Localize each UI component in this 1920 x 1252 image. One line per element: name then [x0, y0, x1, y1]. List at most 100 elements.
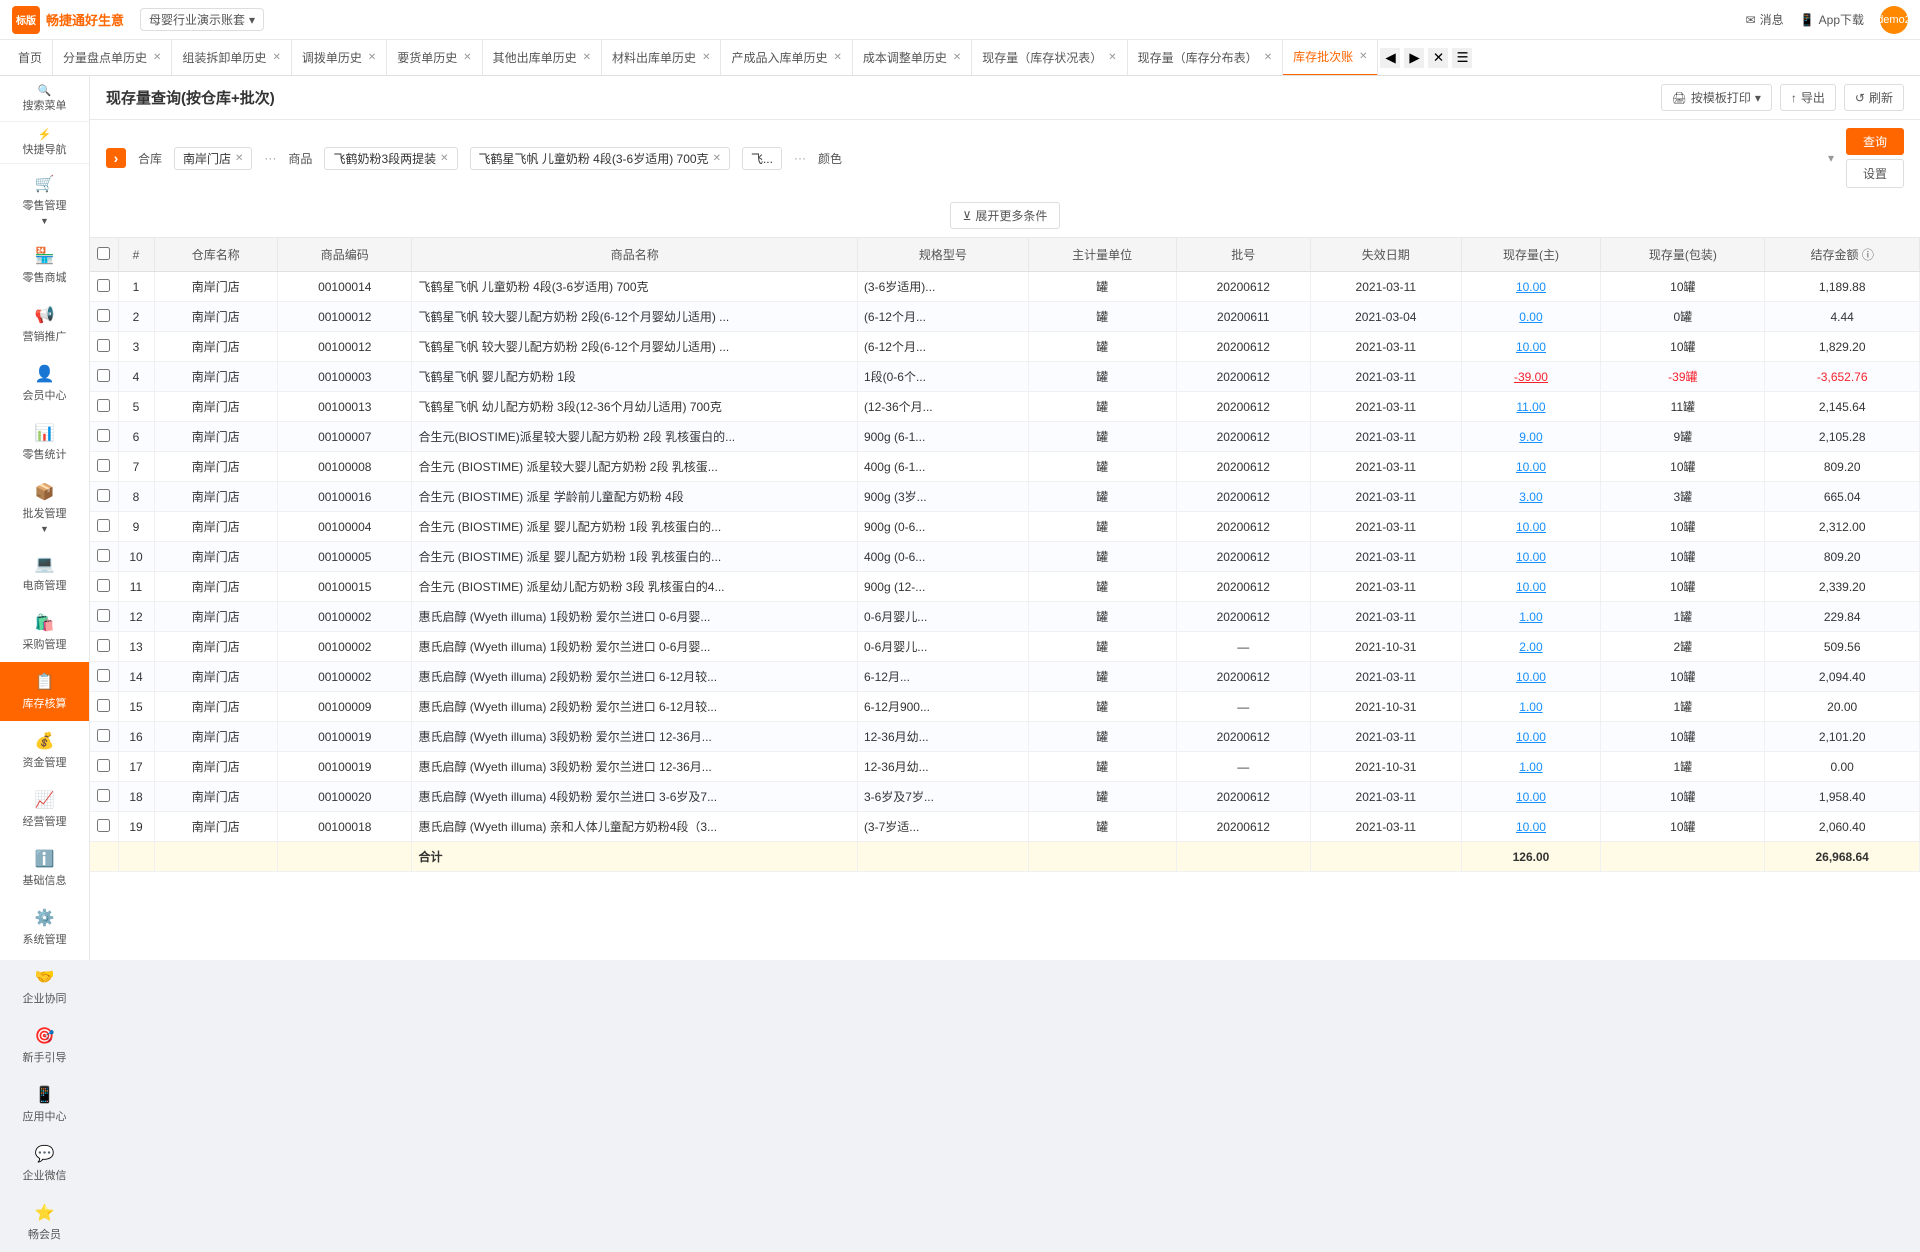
- qty-main-link[interactable]: 10.00: [1516, 820, 1546, 834]
- tag-remove-icon[interactable]: ✕: [713, 153, 721, 164]
- tab-close-icon[interactable]: ✕: [463, 52, 471, 63]
- sidebar-item-guide[interactable]: 🎯 新手引导: [0, 1016, 89, 1075]
- tab-4[interactable]: 要货单历史 ✕: [387, 40, 482, 76]
- row-checkbox[interactable]: [97, 399, 110, 412]
- filter-expand-btn[interactable]: ›: [106, 148, 126, 168]
- qty-main-link[interactable]: 10.00: [1516, 340, 1546, 354]
- row-checkbox[interactable]: [97, 549, 110, 562]
- row-checkbox[interactable]: [97, 279, 110, 292]
- sidebar-item-basics[interactable]: ℹ️ 基础信息: [0, 839, 89, 898]
- goods-filter-tag-3[interactable]: 飞...: [742, 147, 782, 170]
- row-checkbox[interactable]: [97, 429, 110, 442]
- color-dropdown-icon[interactable]: ▾: [1828, 151, 1834, 165]
- row-checkbox[interactable]: [97, 339, 110, 352]
- sidebar-item-marketing[interactable]: 📢 营销推广: [0, 295, 89, 354]
- query-btn[interactable]: 查询: [1846, 128, 1904, 155]
- tab-close-icon[interactable]: ✕: [1359, 51, 1367, 62]
- qty-main-link[interactable]: 0.00: [1519, 310, 1542, 324]
- sidebar-quick-nav[interactable]: ⚡ 快捷导航: [0, 122, 89, 164]
- sidebar-item-retail-shop[interactable]: 🏪 零售商城: [0, 236, 89, 295]
- tab-close-all-btn[interactable]: ✕: [1428, 48, 1448, 68]
- account-dropdown[interactable]: 母婴行业演示账套 ▾: [140, 8, 264, 31]
- refresh-btn[interactable]: ↺ 刷新: [1844, 84, 1904, 111]
- sidebar-item-wechat[interactable]: 💬 企业微信: [0, 1134, 89, 1193]
- tab-close-icon[interactable]: ✕: [368, 52, 376, 63]
- qty-main-link[interactable]: 1.00: [1519, 700, 1542, 714]
- app-download-btn[interactable]: 📱 App下载: [1800, 11, 1864, 28]
- qty-main-link[interactable]: -39.00: [1514, 370, 1548, 384]
- cell-qty-main[interactable]: 2.00: [1461, 632, 1601, 662]
- sidebar-item-member[interactable]: ⭐ 畅会员: [0, 1193, 89, 1252]
- sidebar-item-inventory[interactable]: 📋 库存核算: [0, 662, 89, 721]
- row-checkbox[interactable]: [97, 669, 110, 682]
- sidebar-item-wholesale[interactable]: 📦 批发管理 ▼: [0, 472, 89, 544]
- cell-qty-main[interactable]: 1.00: [1461, 602, 1601, 632]
- tab-8[interactable]: 成本调整单历史 ✕: [853, 40, 972, 76]
- tab-prev-btn[interactable]: ◀: [1380, 48, 1400, 68]
- tab-close-icon[interactable]: ✕: [272, 52, 280, 63]
- qty-main-link[interactable]: 11.00: [1516, 400, 1545, 414]
- cell-qty-main[interactable]: 1.00: [1461, 752, 1601, 782]
- sidebar-search[interactable]: 🔍 搜索菜单: [0, 76, 89, 122]
- row-checkbox[interactable]: [97, 459, 110, 472]
- expand-more-btn[interactable]: ⊻ 展开更多条件: [950, 202, 1061, 229]
- sidebar-item-collab[interactable]: 🤝 企业协同: [0, 957, 89, 1016]
- cell-qty-main[interactable]: -39.00: [1461, 362, 1601, 392]
- qty-main-link[interactable]: 10.00: [1516, 280, 1546, 294]
- export-btn[interactable]: ↑ 导出: [1780, 84, 1836, 111]
- tag-remove-icon[interactable]: ✕: [235, 153, 243, 164]
- row-checkbox[interactable]: [97, 489, 110, 502]
- goods-filter-tag-2[interactable]: 飞鹤星飞帆 儿童奶粉 4段(3-6岁适用) 700克 ✕: [470, 147, 730, 170]
- cell-qty-main[interactable]: 10.00: [1461, 512, 1601, 542]
- tab-menu-btn[interactable]: ☰: [1452, 48, 1472, 68]
- sidebar-item-retail-mgmt[interactable]: 🛒 零售管理 ▼: [0, 164, 89, 236]
- warehouse-filter-tag[interactable]: 南岸门店 ✕: [174, 147, 252, 170]
- row-checkbox[interactable]: [97, 519, 110, 532]
- qty-main-link[interactable]: 10.00: [1516, 790, 1546, 804]
- sidebar-item-finance[interactable]: 💰 资金管理: [0, 721, 89, 780]
- tab-home[interactable]: 首页: [8, 40, 53, 76]
- sidebar-item-purchase[interactable]: 🛍️ 采购管理: [0, 603, 89, 662]
- qty-main-link[interactable]: 10.00: [1516, 670, 1546, 684]
- sidebar-item-management[interactable]: 📈 经营管理: [0, 780, 89, 839]
- qty-main-link[interactable]: 10.00: [1516, 550, 1546, 564]
- sidebar-item-apps[interactable]: 📱 应用中心: [0, 1075, 89, 1134]
- tab-close-icon[interactable]: ✕: [702, 52, 710, 63]
- sidebar-item-members[interactable]: 👤 会员中心: [0, 354, 89, 413]
- tab-close-icon[interactable]: ✕: [1264, 52, 1272, 63]
- user-area[interactable]: demo2: [1880, 6, 1908, 34]
- sidebar-item-system[interactable]: ⚙️ 系统管理: [0, 898, 89, 957]
- message-btn[interactable]: ✉ 消息: [1746, 11, 1784, 28]
- row-checkbox[interactable]: [97, 609, 110, 622]
- row-checkbox[interactable]: [97, 639, 110, 652]
- row-checkbox[interactable]: [97, 729, 110, 742]
- select-all-checkbox[interactable]: [97, 247, 110, 260]
- cell-qty-main[interactable]: 10.00: [1461, 452, 1601, 482]
- row-checkbox[interactable]: [97, 369, 110, 382]
- settings-btn[interactable]: 设置: [1846, 159, 1904, 188]
- tab-close-icon[interactable]: ✕: [1108, 52, 1116, 63]
- tab-close-icon[interactable]: ✕: [153, 52, 161, 63]
- tab-1[interactable]: 分量盘点单历史 ✕: [53, 40, 172, 76]
- qty-main-link[interactable]: 3.00: [1519, 490, 1542, 504]
- sidebar-item-retail-stats[interactable]: 📊 零售统计: [0, 413, 89, 472]
- qty-main-link[interactable]: 10.00: [1516, 580, 1546, 594]
- cell-qty-main[interactable]: 10.00: [1461, 662, 1601, 692]
- tab-2[interactable]: 组装拆卸单历史 ✕: [172, 40, 291, 76]
- cell-qty-main[interactable]: 10.00: [1461, 572, 1601, 602]
- warehouse-more-icon[interactable]: ···: [264, 151, 276, 165]
- cell-qty-main[interactable]: 10.00: [1461, 332, 1601, 362]
- tab-5[interactable]: 其他出库单历史 ✕: [483, 40, 602, 76]
- tab-3[interactable]: 调拨单历史 ✕: [292, 40, 387, 76]
- cell-qty-main[interactable]: 10.00: [1461, 542, 1601, 572]
- tab-10[interactable]: 现存量（库存分布表） ✕: [1128, 40, 1283, 76]
- cell-qty-main[interactable]: 0.00: [1461, 302, 1601, 332]
- cell-qty-main[interactable]: 10.00: [1461, 272, 1601, 302]
- cell-qty-main[interactable]: 3.00: [1461, 482, 1601, 512]
- row-checkbox[interactable]: [97, 759, 110, 772]
- cell-qty-main[interactable]: 9.00: [1461, 422, 1601, 452]
- qty-main-link[interactable]: 10.00: [1516, 520, 1546, 534]
- tab-close-icon[interactable]: ✕: [953, 52, 961, 63]
- cell-qty-main[interactable]: 10.00: [1461, 812, 1601, 842]
- qty-main-link[interactable]: 1.00: [1519, 610, 1542, 624]
